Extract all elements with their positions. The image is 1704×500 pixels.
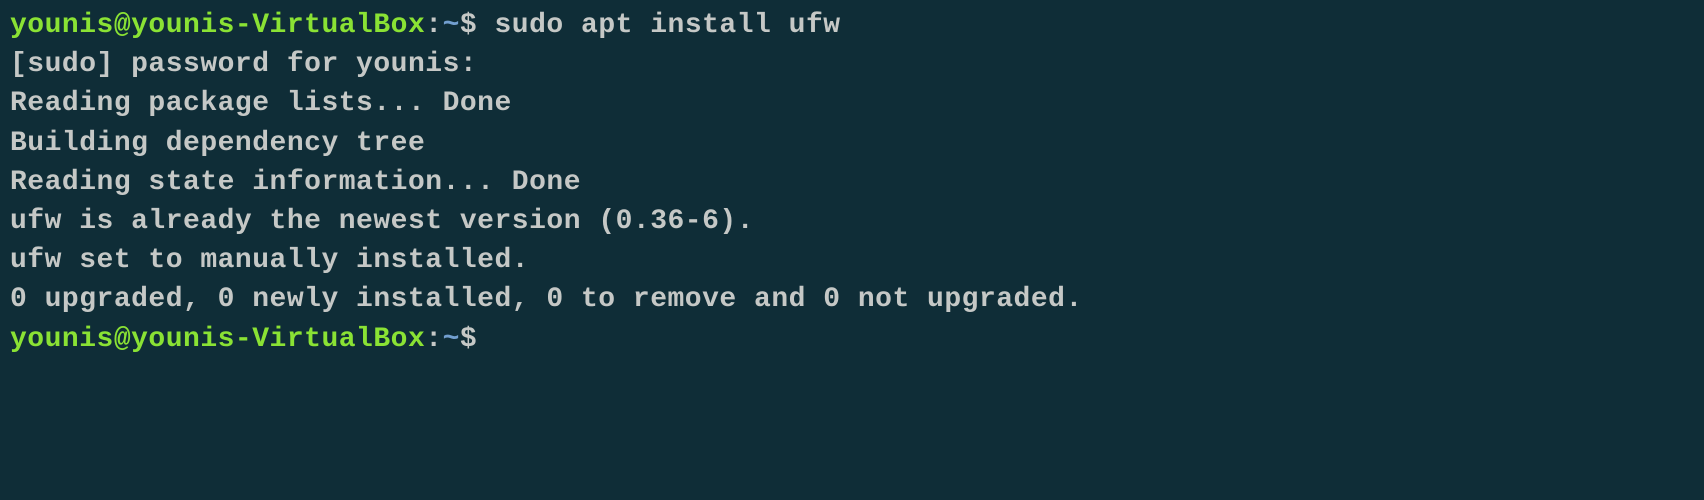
terminal-output-line: ufw set to manually installed. [10, 241, 1694, 280]
prompt-user-host: younis@younis-VirtualBox [10, 10, 425, 41]
prompt-dollar: $ [460, 324, 477, 355]
terminal-output-line: ufw is already the newest version (0.36-… [10, 202, 1694, 241]
prompt-path: ~ [443, 10, 460, 41]
terminal-output-line: 0 upgraded, 0 newly installed, 0 to remo… [10, 280, 1694, 319]
terminal-output-line: [sudo] password for younis: [10, 45, 1694, 84]
command-input: sudo apt install ufw [495, 10, 841, 41]
terminal-output-line: Reading state information... Done [10, 163, 1694, 202]
terminal-line-prompt-1[interactable]: younis@younis-VirtualBox:~$ sudo apt ins… [10, 6, 1694, 45]
prompt-path: ~ [443, 324, 460, 355]
prompt-colon: : [425, 10, 442, 41]
prompt-dollar: $ [460, 10, 495, 41]
terminal-output-line: Reading package lists... Done [10, 84, 1694, 123]
terminal-line-prompt-2[interactable]: younis@younis-VirtualBox:~$ [10, 320, 1694, 359]
terminal-output-line: Building dependency tree [10, 124, 1694, 163]
prompt-user-host: younis@younis-VirtualBox [10, 324, 425, 355]
prompt-colon: : [425, 324, 442, 355]
